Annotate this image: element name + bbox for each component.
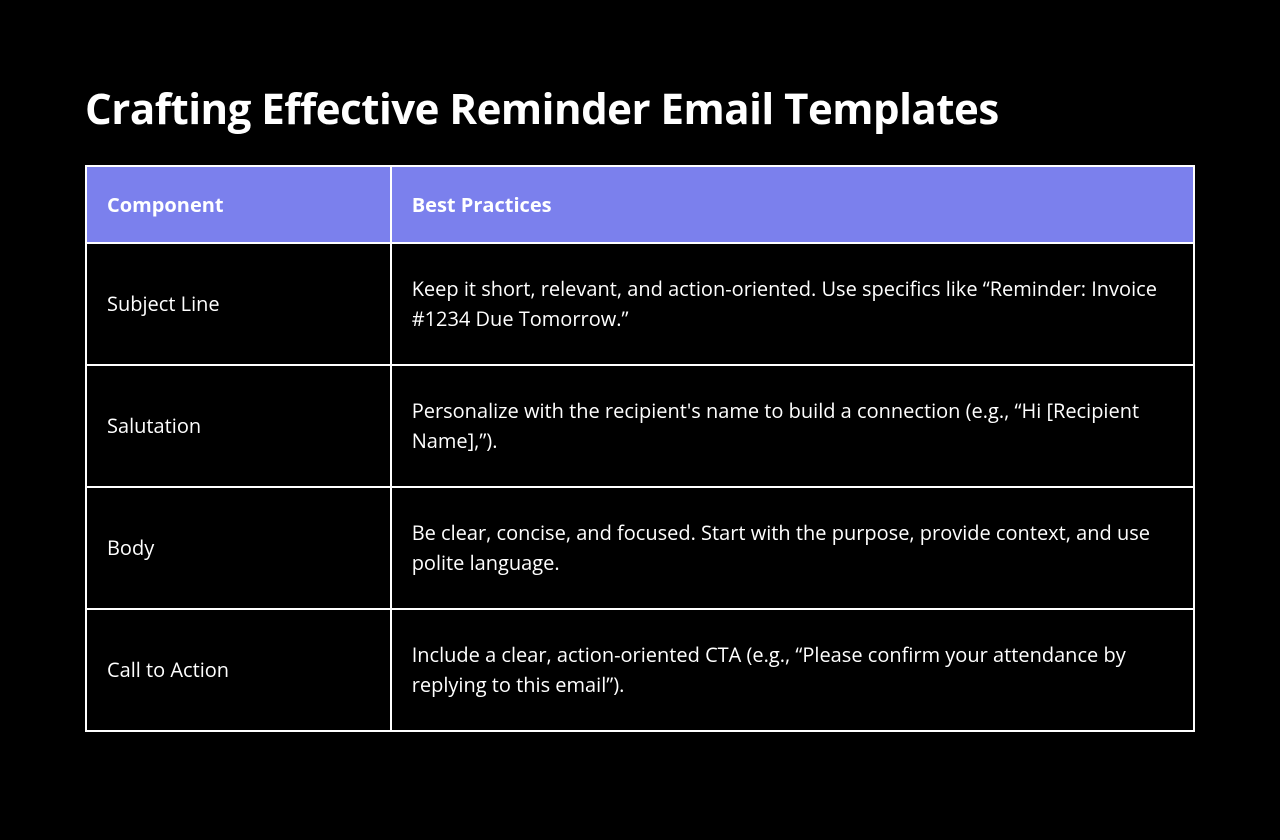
cell-practice: Be clear, concise, and focused. Start wi… [391, 487, 1194, 609]
cell-component: Salutation [86, 365, 391, 487]
header-best-practices: Best Practices [391, 166, 1194, 243]
cell-component: Subject Line [86, 243, 391, 365]
cell-component: Body [86, 487, 391, 609]
table-row: Salutation Personalize with the recipien… [86, 365, 1194, 487]
page-title: Crafting Effective Reminder Email Templa… [85, 80, 1195, 137]
table-row: Body Be clear, concise, and focused. Sta… [86, 487, 1194, 609]
table-row: Subject Line Keep it short, relevant, an… [86, 243, 1194, 365]
best-practices-table: Component Best Practices Subject Line Ke… [85, 165, 1195, 732]
table-header-row: Component Best Practices [86, 166, 1194, 243]
header-component: Component [86, 166, 391, 243]
cell-practice: Include a clear, action-oriented CTA (e.… [391, 609, 1194, 731]
table-row: Call to Action Include a clear, action-o… [86, 609, 1194, 731]
cell-practice: Personalize with the recipient's name to… [391, 365, 1194, 487]
cell-component: Call to Action [86, 609, 391, 731]
cell-practice: Keep it short, relevant, and action-orie… [391, 243, 1194, 365]
